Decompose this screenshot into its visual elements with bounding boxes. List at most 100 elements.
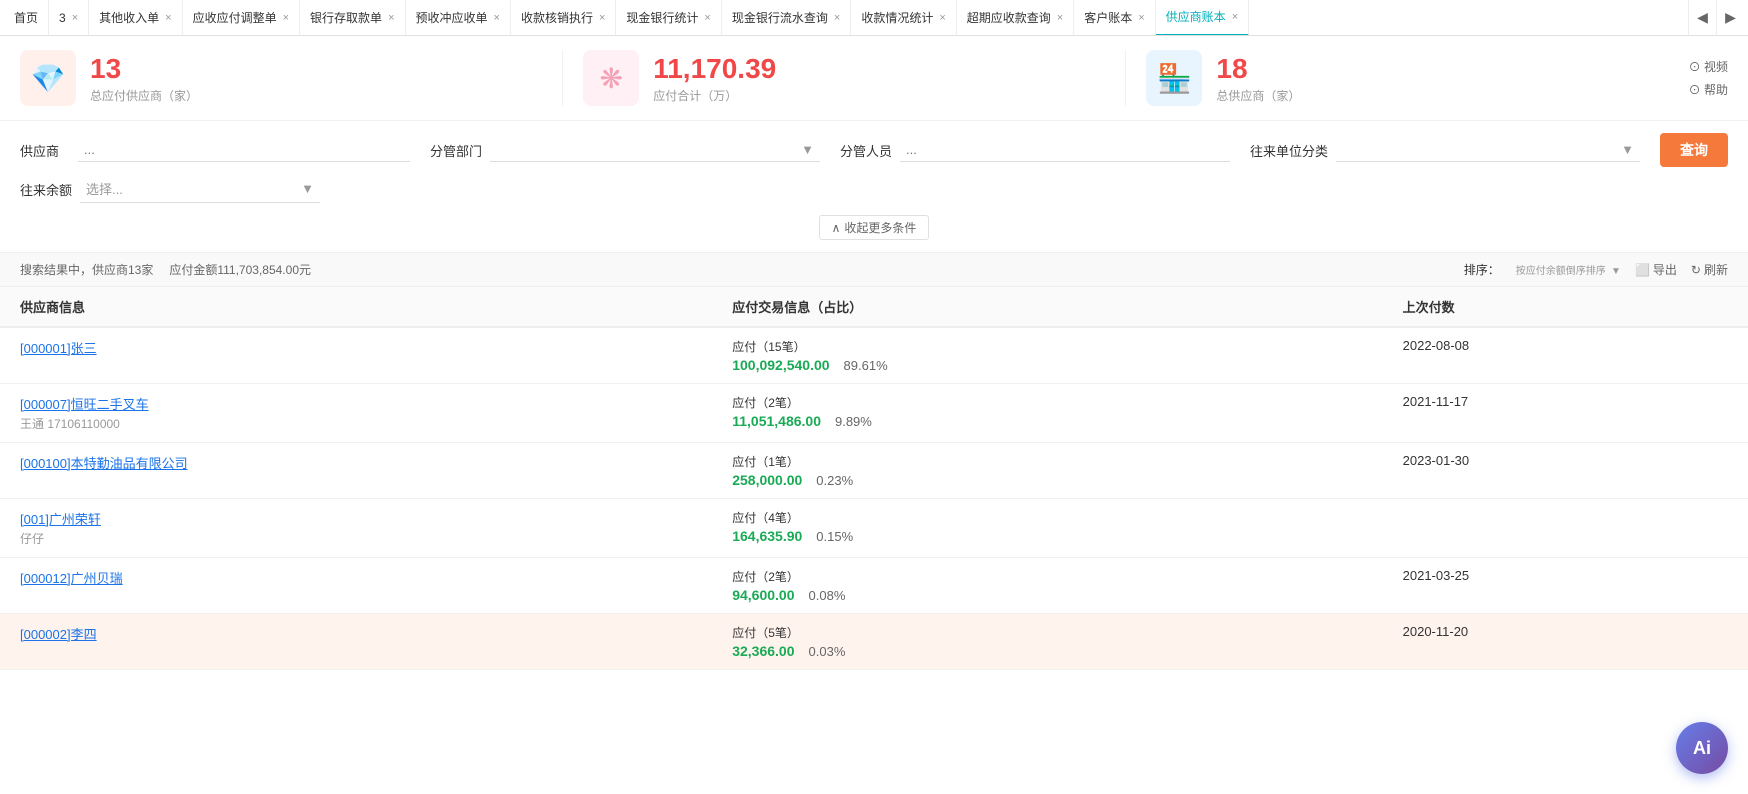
category-dropdown[interactable]: ▼ <box>1336 138 1640 162</box>
payable-percent-5: 0.03% <box>809 644 846 659</box>
nav-tab-receipt-stat[interactable]: 收款情况统计× <box>851 0 956 36</box>
table-row: [001]广州荣轩仔仔应付（4笔）164,635.900.15% <box>0 499 1748 558</box>
ai-assistant-button[interactable]: Ai <box>1676 722 1728 774</box>
nav-tab-cash-bank-query[interactable]: 现金银行流水查询× <box>722 0 851 36</box>
nav-tab-tab3[interactable]: 3× <box>49 0 89 36</box>
nav-tab-cash-bank-stat[interactable]: 现金银行统计× <box>616 0 721 36</box>
export-button[interactable]: ⬜ 导出 <box>1635 261 1677 278</box>
table-row: [000002]李四应付（5笔）32,366.000.03%2020-11-20 <box>0 614 1748 670</box>
summary-bar: 💎13总应付供应商（家）❋11,170.39应付合计（万）🏪18总供应商（家） … <box>0 36 1748 121</box>
summary-item-2: 🏪18总供应商（家） <box>1126 50 1688 106</box>
nav-tab-home[interactable]: 首页 <box>4 0 49 36</box>
nav-tab-prepay-ar[interactable]: 预收冲应收单× <box>406 0 511 36</box>
supplier-filter: 供应商 <box>20 138 410 162</box>
summary-label-2: 总供应商（家） <box>1216 87 1300 104</box>
supplier-link-5[interactable]: [000002]李四 <box>20 627 97 642</box>
dept-label: 分管部门 <box>430 141 482 160</box>
payable-percent-2: 0.23% <box>816 473 853 488</box>
close-tab-icon[interactable]: × <box>704 12 710 24</box>
balance-label: 往来余额 <box>20 180 72 199</box>
nav-tab-overdue-ar[interactable]: 超期应收款查询× <box>957 0 1074 36</box>
close-tab-icon[interactable]: × <box>834 12 840 24</box>
payable-amount-4[interactable]: 94,600.00 <box>732 587 794 603</box>
dept-chevron-icon: ▼ <box>801 142 814 157</box>
cell-supplier-1: [000007]恒旺二手叉车王通 17106110000 <box>0 384 712 443</box>
cell-lastpay-4: 2021-03-25 <box>1383 558 1748 614</box>
supplier-link-3[interactable]: [001]广州荣轩 <box>20 512 101 527</box>
person-input[interactable] <box>900 138 1230 162</box>
supplier-link-2[interactable]: [000100]本特勤油品有限公司 <box>20 456 188 471</box>
cell-payable-4: 应付（2笔） 94,600.00 0.08% <box>712 558 1382 614</box>
nav-tab-other-income[interactable]: 其他收入单× <box>89 0 182 36</box>
nav-arrow-right[interactable]: ▶ <box>1716 0 1744 36</box>
payable-label-2: 应付（1笔） <box>732 453 1362 470</box>
payable-amount-0[interactable]: 100,092,540.00 <box>732 357 829 373</box>
balance-chevron-icon: ▼ <box>301 181 314 196</box>
close-tab-icon[interactable]: × <box>1057 12 1063 24</box>
results-summary: 搜索结果中，供应商13家 <box>20 261 153 278</box>
close-tab-icon[interactable]: × <box>283 12 289 24</box>
balance-placeholder: 选择... <box>86 179 123 198</box>
payable-label-3: 应付（4笔） <box>732 509 1362 526</box>
video-link[interactable]: ⊙ 视频 <box>1689 58 1728 75</box>
payable-percent-1: 9.89% <box>835 414 872 429</box>
nav-tab-supplier-book[interactable]: 供应商账本× <box>1156 0 1249 36</box>
cell-lastpay-1: 2021-11-17 <box>1383 384 1748 443</box>
cell-supplier-2: [000100]本特勤油品有限公司 <box>0 443 712 499</box>
supplier-link-0[interactable]: [000001]张三 <box>20 341 97 356</box>
supplier-link-1[interactable]: [000007]恒旺二手叉车 <box>20 397 149 412</box>
filter-section: 供应商 分管部门 ▼ 分管人员 往来单位分类 ▼ <box>0 121 1748 253</box>
category-filter: 往来单位分类 ▼ <box>1250 138 1640 162</box>
dept-dropdown[interactable]: ▼ <box>490 138 820 162</box>
summary-icon-2: 🏪 <box>1146 50 1202 106</box>
person-label: 分管人员 <box>840 141 892 160</box>
refresh-button[interactable]: ↻ 刷新 <box>1691 261 1728 278</box>
top-navigation: 首页3×其他收入单×应收应付调整单×银行存取款单×预收冲应收单×收款核销执行×现… <box>0 0 1748 36</box>
sort-value[interactable]: 按应付余额倒序排序 ▼ <box>1514 262 1621 277</box>
play-icon: ⊙ <box>1689 60 1701 74</box>
summary-text-1: 11,170.39应付合计（万） <box>653 52 776 105</box>
cell-lastpay-2: 2023-01-30 <box>1383 443 1748 499</box>
payable-amount-5[interactable]: 32,366.00 <box>732 643 794 659</box>
close-tab-icon[interactable]: × <box>599 12 605 24</box>
summary-value-0: 13 <box>90 52 198 86</box>
col-last-pay: 上次付数 <box>1383 287 1748 327</box>
summary-icon-0: 💎 <box>20 50 76 106</box>
close-tab-icon[interactable]: × <box>388 12 394 24</box>
query-button[interactable]: 查询 <box>1660 133 1728 167</box>
balance-dropdown[interactable]: 选择... ▼ <box>80 175 320 203</box>
results-amount: 应付金额111,703,854.00元 <box>169 261 311 278</box>
nav-arrow-left[interactable]: ◀ <box>1688 0 1716 36</box>
table-row: [000007]恒旺二手叉车王通 17106110000应付（2笔）11,051… <box>0 384 1748 443</box>
table-row: [000100]本特勤油品有限公司 应付（1笔） 258,000.00 0.23% 20… <box>0 443 1748 499</box>
close-tab-icon[interactable]: × <box>1138 12 1144 24</box>
cell-payable-0: 应付（15笔）100,092,540.0089.61% <box>712 327 1382 384</box>
table-row: [000001]张三应付（15笔）100,092,540.0089.61%202… <box>0 327 1748 384</box>
cell-supplier-0: [000001]张三 <box>0 327 712 384</box>
payable-amount-3[interactable]: 164,635.90 <box>732 528 802 544</box>
results-bar: 搜索结果中，供应商13家 应付金额111,703,854.00元 排序： 按应付… <box>0 253 1748 287</box>
nav-tab-receipt-exec[interactable]: 收款核销执行× <box>511 0 616 36</box>
help-link[interactable]: ⊙ 帮助 <box>1689 81 1728 98</box>
summary-actions: ⊙ 视频 ⊙ 帮助 <box>1689 58 1728 98</box>
refresh-icon: ↻ <box>1691 263 1701 277</box>
payable-amount-1[interactable]: 11,051,486.00 <box>732 413 821 429</box>
close-tab-icon[interactable]: × <box>939 12 945 24</box>
nav-tab-ar-ap-adjust[interactable]: 应收应付调整单× <box>183 0 300 36</box>
payable-amount-2[interactable]: 258,000.00 <box>732 472 802 488</box>
close-tab-icon[interactable]: × <box>165 12 171 24</box>
sort-chevron-icon: ▼ <box>1611 266 1621 277</box>
nav-tab-customer-book[interactable]: 客户账本× <box>1074 0 1155 36</box>
dept-filter: 分管部门 ▼ <box>430 138 820 162</box>
supplier-link-4[interactable]: [000012]广州贝瑞 <box>20 571 123 586</box>
payable-label-4: 应付（2笔） <box>732 568 1362 585</box>
close-tab-icon[interactable]: × <box>72 12 78 24</box>
nav-tab-bank-deposit[interactable]: 银行存取款单× <box>300 0 405 36</box>
close-tab-icon[interactable]: × <box>494 12 500 24</box>
summary-value-1: 11,170.39 <box>653 52 776 86</box>
collapse-button[interactable]: ∧ 收起更多条件 <box>819 215 930 240</box>
payable-percent-4: 0.08% <box>809 588 846 603</box>
close-tab-icon[interactable]: × <box>1232 11 1238 23</box>
supplier-input[interactable] <box>78 138 410 162</box>
summary-item-1: ❋11,170.39应付合计（万） <box>563 50 1126 106</box>
